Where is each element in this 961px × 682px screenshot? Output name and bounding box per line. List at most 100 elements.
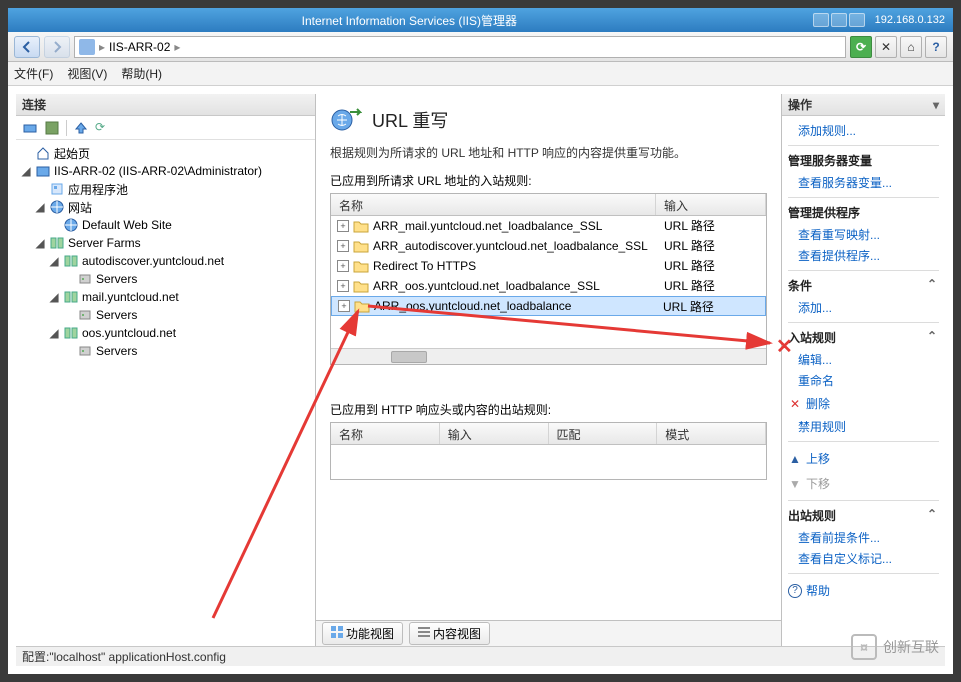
tree-node[interactable]: Servers	[18, 306, 313, 324]
action-help[interactable]: ? 帮助	[788, 578, 939, 603]
action-view-custom-tags[interactable]: 查看自定义标记...	[788, 548, 939, 569]
tree-node[interactable]: ◢autodiscover.yuntcloud.net	[18, 252, 313, 270]
table-row[interactable]: +ARR_oos.yuntcloud.net_loadbalance_SSLUR…	[331, 276, 766, 296]
tree-twisty-icon[interactable]: ◢	[48, 290, 60, 304]
window-title: Internet Information Services (IIS)管理器	[16, 12, 803, 29]
col2-match[interactable]: 匹配	[549, 423, 658, 444]
tree-node[interactable]: 应用程序池	[18, 180, 313, 198]
action-view-server-vars[interactable]: 查看服务器变量...	[788, 172, 939, 193]
expand-icon[interactable]: +	[337, 220, 349, 232]
refresh-icon[interactable]: ⟳	[95, 120, 111, 136]
tree-twisty-icon[interactable]: ◢	[34, 200, 46, 214]
group-outbound-rules: 出站规则⌃	[788, 507, 939, 524]
tree-node[interactable]: ◢Server Farms	[18, 234, 313, 252]
pool-icon	[49, 181, 65, 197]
menu-file[interactable]: 文件(F)	[14, 65, 53, 82]
tree-node[interactable]: ◢IIS-ARR-02 (IIS-ARR-02\Administrator)	[18, 162, 313, 180]
rule-name: Redirect To HTTPS	[373, 259, 476, 273]
farm-icon	[49, 235, 65, 251]
table-row[interactable]: +ARR_mail.yuntcloud.net_loadbalance_SSLU…	[331, 216, 766, 236]
inbound-rules-grid[interactable]: 名称 输入 +ARR_mail.yuntcloud.net_loadbalanc…	[330, 193, 767, 365]
arrow-down-icon: ▼	[788, 477, 802, 491]
action-delete-rule[interactable]: ✕ 删除	[788, 391, 939, 416]
col2-name[interactable]: 名称	[331, 423, 440, 444]
nav-back-button[interactable]	[14, 36, 40, 58]
nav-help-button[interactable]: ?	[925, 36, 947, 58]
tree-twisty-icon[interactable]	[34, 182, 46, 196]
grid-hscrollbar[interactable]	[331, 348, 766, 364]
action-view-preconditions[interactable]: 查看前提条件...	[788, 527, 939, 548]
nav-forward-button[interactable]	[44, 36, 70, 58]
group-inbound-rules: 入站规则⌃	[788, 329, 939, 346]
globe-icon	[63, 217, 79, 233]
action-move-up[interactable]: ▲ 上移	[788, 446, 939, 471]
collapse-icon[interactable]: ▾	[933, 98, 939, 112]
table-row[interactable]: +ARR_autodiscover.yuntcloud.net_loadbala…	[331, 236, 766, 256]
tree-node[interactable]: Servers	[18, 342, 313, 360]
outbound-rules-label: 已应用到 HTTP 响应头或内容的出站规则:	[330, 401, 767, 418]
col2-mode[interactable]: 模式	[657, 423, 766, 444]
menu-view[interactable]: 视图(V)	[67, 65, 107, 82]
tree-twisty-icon[interactable]	[48, 218, 60, 232]
action-add-condition[interactable]: 添加...	[788, 297, 939, 318]
breadcrumb-sep: ▸	[99, 40, 105, 54]
farm-icon	[63, 325, 79, 341]
connections-toolbar: ⟳	[16, 116, 315, 140]
tree-node[interactable]: ◢mail.yuntcloud.net	[18, 288, 313, 306]
tab-content-view[interactable]: 内容视图	[409, 622, 490, 645]
table-row[interactable]: +Redirect To HTTPSURL 路径	[331, 256, 766, 276]
expand-icon[interactable]: +	[337, 260, 349, 272]
action-edit-rule[interactable]: 编辑...	[788, 349, 939, 370]
connections-tree[interactable]: 起始页◢IIS-ARR-02 (IIS-ARR-02\Administrator…	[16, 140, 315, 646]
table-row[interactable]: +ARR_oos.yuntcloud.net_loadbalanceURL 路径	[331, 296, 766, 316]
tree-twisty-icon[interactable]	[20, 146, 32, 160]
nav-refresh-button[interactable]: ⟳	[850, 36, 872, 58]
help-icon: ?	[788, 584, 802, 598]
connections-panel: 连接 ⟳ 起始页◢IIS-ARR-02 (IIS-ARR-02\Administ…	[16, 94, 316, 646]
srv-icon	[77, 343, 93, 359]
rule-input: URL 路径	[656, 277, 766, 294]
tree-twisty-icon[interactable]: ◢	[48, 254, 60, 268]
action-view-providers[interactable]: 查看提供程序...	[788, 245, 939, 266]
tree-node-label: Servers	[96, 344, 137, 358]
up-level-icon[interactable]	[73, 120, 89, 136]
group-server-vars: 管理服务器变量	[788, 152, 939, 169]
tree-twisty-icon[interactable]: ◢	[20, 164, 32, 178]
server-icon	[35, 163, 51, 179]
tab-content-label: 内容视图	[433, 625, 481, 642]
nav-stop-button[interactable]: ✕	[875, 36, 897, 58]
save-icon[interactable]	[44, 120, 60, 136]
col-name[interactable]: 名称	[331, 194, 656, 215]
tree-twisty-icon[interactable]	[62, 272, 74, 286]
connect-icon[interactable]	[22, 120, 38, 136]
action-add-rule[interactable]: 添加规则...	[788, 120, 939, 141]
tree-node[interactable]: Servers	[18, 270, 313, 288]
expand-icon[interactable]: +	[337, 280, 349, 292]
farm-icon	[63, 253, 79, 269]
outbound-rules-grid[interactable]: 名称 输入 匹配 模式	[330, 422, 767, 480]
action-rename-rule[interactable]: 重命名	[788, 370, 939, 391]
breadcrumb-sep2: ▸	[174, 40, 180, 54]
tree-twisty-icon[interactable]	[62, 308, 74, 322]
breadcrumb-node[interactable]: IIS-ARR-02	[109, 40, 170, 54]
action-view-rewrite-maps[interactable]: 查看重写映射...	[788, 224, 939, 245]
tree-twisty-icon[interactable]: ◢	[48, 326, 60, 340]
tab-feature-view[interactable]: 功能视图	[322, 622, 403, 645]
breadcrumb[interactable]: ▸ IIS-ARR-02 ▸	[74, 36, 846, 58]
menu-help[interactable]: 帮助(H)	[121, 65, 162, 82]
tree-node[interactable]: ◢网站	[18, 198, 313, 216]
expand-icon[interactable]: +	[338, 300, 350, 312]
tree-node[interactable]: 起始页	[18, 144, 313, 162]
tree-twisty-icon[interactable]	[62, 344, 74, 358]
action-disable-rule[interactable]: 禁用规则	[788, 416, 939, 437]
folder-icon	[353, 219, 369, 233]
col-input[interactable]: 输入	[656, 194, 766, 215]
tree-node[interactable]: ◢oos.yuntcloud.net	[18, 324, 313, 342]
watermark-text: 创新互联	[883, 637, 939, 657]
tree-twisty-icon[interactable]: ◢	[34, 236, 46, 250]
expand-icon[interactable]: +	[337, 240, 349, 252]
srv-icon	[77, 307, 93, 323]
tree-node[interactable]: Default Web Site	[18, 216, 313, 234]
col2-input[interactable]: 输入	[440, 423, 549, 444]
nav-home-button[interactable]: ⌂	[900, 36, 922, 58]
